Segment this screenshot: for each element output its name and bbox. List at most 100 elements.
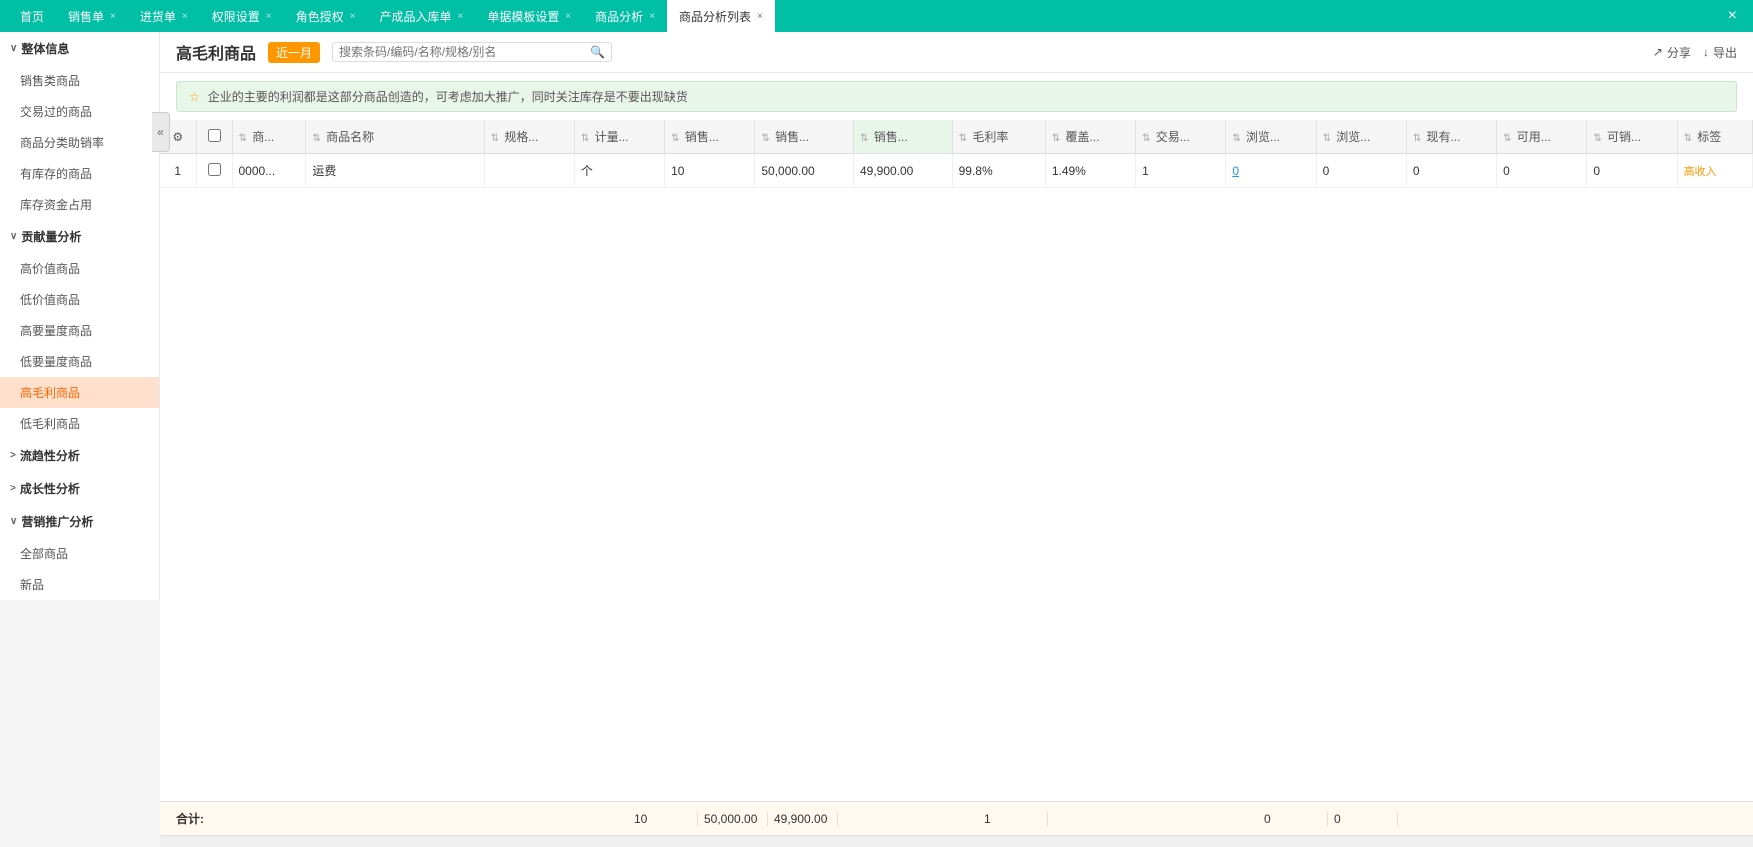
col-browse2-label: 浏览... [1336, 130, 1370, 144]
col-sales-cost[interactable]: ⇅ 销售... [853, 120, 952, 154]
close-permission-icon[interactable]: × [266, 11, 272, 22]
nav-product-analysis[interactable]: 商品分析 × [583, 0, 667, 32]
col-sales-qty[interactable]: ⇅ 销售... [665, 120, 755, 154]
sidebar-item-new-products[interactable]: 新品 [0, 569, 159, 600]
share-icon: ↗ [1653, 45, 1663, 59]
col-sales-amount[interactable]: ⇅ 销售... [755, 120, 854, 154]
col-browse2[interactable]: ⇅ 浏览... [1316, 120, 1406, 154]
section-growth-label: 成长性分析 [20, 480, 80, 497]
sidebar-item-high-demand[interactable]: 高要量度商品 [0, 315, 159, 346]
col-sellable-label: 可销... [1607, 130, 1641, 144]
col-unit[interactable]: ⇅ 计量... [574, 120, 664, 154]
sidebar-item-low-demand[interactable]: 低要量度商品 [0, 346, 159, 377]
sidebar-item-low-margin[interactable]: 低毛利商品 [0, 408, 159, 439]
col-transactions[interactable]: ⇅ 交易... [1136, 120, 1226, 154]
col-browse1[interactable]: ⇅ 浏览... [1226, 120, 1316, 154]
close-analysis-icon[interactable]: × [649, 11, 655, 22]
sidebar-item-high-value[interactable]: 高价值商品 [0, 253, 159, 284]
export-icon: ↓ [1703, 45, 1709, 59]
row-checkbox[interactable] [196, 154, 232, 188]
col-current-stock[interactable]: ⇅ 现有... [1406, 120, 1496, 154]
sidebar-item-sales-products[interactable]: 销售类商品 [0, 65, 159, 96]
sidebar-section-overall[interactable]: ∨ 整体信息 [0, 32, 159, 65]
col-sellable[interactable]: ⇅ 可销... [1587, 120, 1677, 154]
close-purchase-order-icon[interactable]: × [182, 11, 188, 22]
col-gross-rate[interactable]: ⇅ 毛利率 [952, 120, 1045, 154]
sidebar-section-marketing[interactable]: ∨ 营销推广分析 [0, 505, 159, 538]
bottom-scrollbar[interactable] [160, 835, 1753, 847]
section-overall-items: 销售类商品 交易过的商品 商品分类助销率 有库存的商品 库存资金占用 [0, 65, 159, 220]
nav-template-settings[interactable]: 单据模板设置 × [475, 0, 583, 32]
window-close-button[interactable]: × [1720, 7, 1745, 25]
sidebar-item-stock-capital[interactable]: 库存资金占用 [0, 189, 159, 220]
row-select-checkbox[interactable] [208, 163, 221, 176]
col-coverage[interactable]: ⇅ 覆盖... [1045, 120, 1135, 154]
sidebar-section-trend[interactable]: > 流趋性分析 [0, 439, 159, 472]
search-icon[interactable]: 🔍 [590, 45, 605, 59]
col-name[interactable]: ⇅ 商品名称 [306, 120, 484, 154]
section-trend-label: 流趋性分析 [20, 447, 80, 464]
col-sales-amount-label: 销售... [775, 130, 809, 144]
browse1-link[interactable]: 0 [1232, 164, 1239, 178]
content-area: 高毛利商品 近一月 🔍 ↗ 分享 ↓ 导出 ☆ 企业的主要的利润都是这部分商品创… [160, 32, 1753, 847]
col-spec[interactable]: ⇅ 规格... [484, 120, 574, 154]
sidebar-item-product-assist-rate[interactable]: 商品分类助销率 [0, 127, 159, 158]
sidebar-section-growth[interactable]: > 成长性分析 [0, 472, 159, 505]
sort-icon-browse2: ⇅ [1323, 133, 1331, 144]
settings-icon[interactable]: ⚙ [172, 130, 183, 144]
close-sales-order-icon[interactable]: × [110, 11, 116, 22]
col-coverage-label: 覆盖... [1066, 130, 1100, 144]
search-box: 🔍 [332, 42, 612, 62]
col-checkbox[interactable] [196, 120, 232, 154]
col-tag[interactable]: ⇅ 标签 [1677, 120, 1752, 154]
search-input[interactable] [339, 45, 586, 59]
sidebar: ∨ 整体信息 销售类商品 交易过的商品 商品分类助销率 有库存的商品 库存资金占… [0, 32, 160, 600]
close-role-auth-icon[interactable]: × [350, 11, 356, 22]
nav-product-inbound[interactable]: 产成品入库单 × [367, 0, 475, 32]
section-contribution-items: 高价值商品 低价值商品 高要量度商品 低要量度商品 高毛利商品 低毛利商品 [0, 253, 159, 439]
nav-home[interactable]: 首页 [8, 0, 56, 32]
row-transactions: 1 [1136, 154, 1226, 188]
select-all-checkbox[interactable] [208, 129, 221, 142]
time-filter-button[interactable]: 近一月 [268, 42, 320, 63]
row-name: 运费 [306, 154, 484, 188]
sidebar-section-contribution[interactable]: ∨ 贡献量分析 [0, 220, 159, 253]
footer-sellable: 0 [1328, 812, 1398, 826]
col-available-label: 可用... [1517, 130, 1551, 144]
col-sales-cost-label: 销售... [874, 130, 908, 144]
content-header: 高毛利商品 近一月 🔍 ↗ 分享 ↓ 导出 [160, 32, 1753, 73]
row-browse1[interactable]: 0 [1226, 154, 1316, 188]
sidebar-item-high-margin[interactable]: 高毛利商品 [0, 377, 159, 408]
nav-role-auth[interactable]: 角色授权 × [284, 0, 368, 32]
footer-sales-qty: 10 [628, 812, 698, 826]
section-marketing-label: 营销推广分析 [21, 513, 93, 530]
col-code[interactable]: ⇅ 商... [232, 120, 306, 154]
info-text: 企业的主要的利润都是这部分商品创造的，可考虑加大推广，同时关注库存是不要出现缺货 [208, 88, 688, 105]
row-sales-amount: 50,000.00 [755, 154, 854, 188]
sort-icon-browse1: ⇅ [1232, 133, 1240, 144]
row-sellable: 0 [1587, 154, 1677, 188]
sort-icon-coverage: ⇅ [1052, 133, 1060, 144]
nav-sales-order[interactable]: 销售单 × [56, 0, 128, 32]
close-analysis-list-icon[interactable]: × [757, 11, 763, 22]
share-button[interactable]: ↗ 分享 [1653, 44, 1691, 61]
nav-permission-settings[interactable]: 权限设置 × [200, 0, 284, 32]
sidebar-collapse-button[interactable]: « [152, 112, 170, 152]
close-product-inbound-icon[interactable]: × [457, 11, 463, 22]
sidebar-item-instock-products[interactable]: 有库存的商品 [0, 158, 159, 189]
close-template-icon[interactable]: × [565, 11, 571, 22]
sort-icon-gross-rate: ⇅ [959, 133, 967, 144]
share-label: 分享 [1667, 44, 1691, 61]
sidebar-item-all-products[interactable]: 全部商品 [0, 538, 159, 569]
nav-product-analysis-list[interactable]: 商品分析列表 × [667, 0, 775, 32]
sidebar-item-low-value[interactable]: 低价值商品 [0, 284, 159, 315]
footer-summary: 合计: 10 50,000.00 49,900.00 1 0 0 [160, 801, 1753, 835]
nav-purchase-order[interactable]: 进货单 × [128, 0, 200, 32]
export-button[interactable]: ↓ 导出 [1703, 44, 1737, 61]
sidebar-item-traded-products[interactable]: 交易过的商品 [0, 96, 159, 127]
section-growth-arrow: > [10, 483, 16, 494]
sort-icon-sales-cost: ⇅ [860, 133, 868, 144]
table-row: 1 0000... 运费 个 10 50,000.00 49,900.00 99… [160, 154, 1753, 188]
row-coverage: 1.49% [1045, 154, 1135, 188]
col-available[interactable]: ⇅ 可用... [1497, 120, 1587, 154]
